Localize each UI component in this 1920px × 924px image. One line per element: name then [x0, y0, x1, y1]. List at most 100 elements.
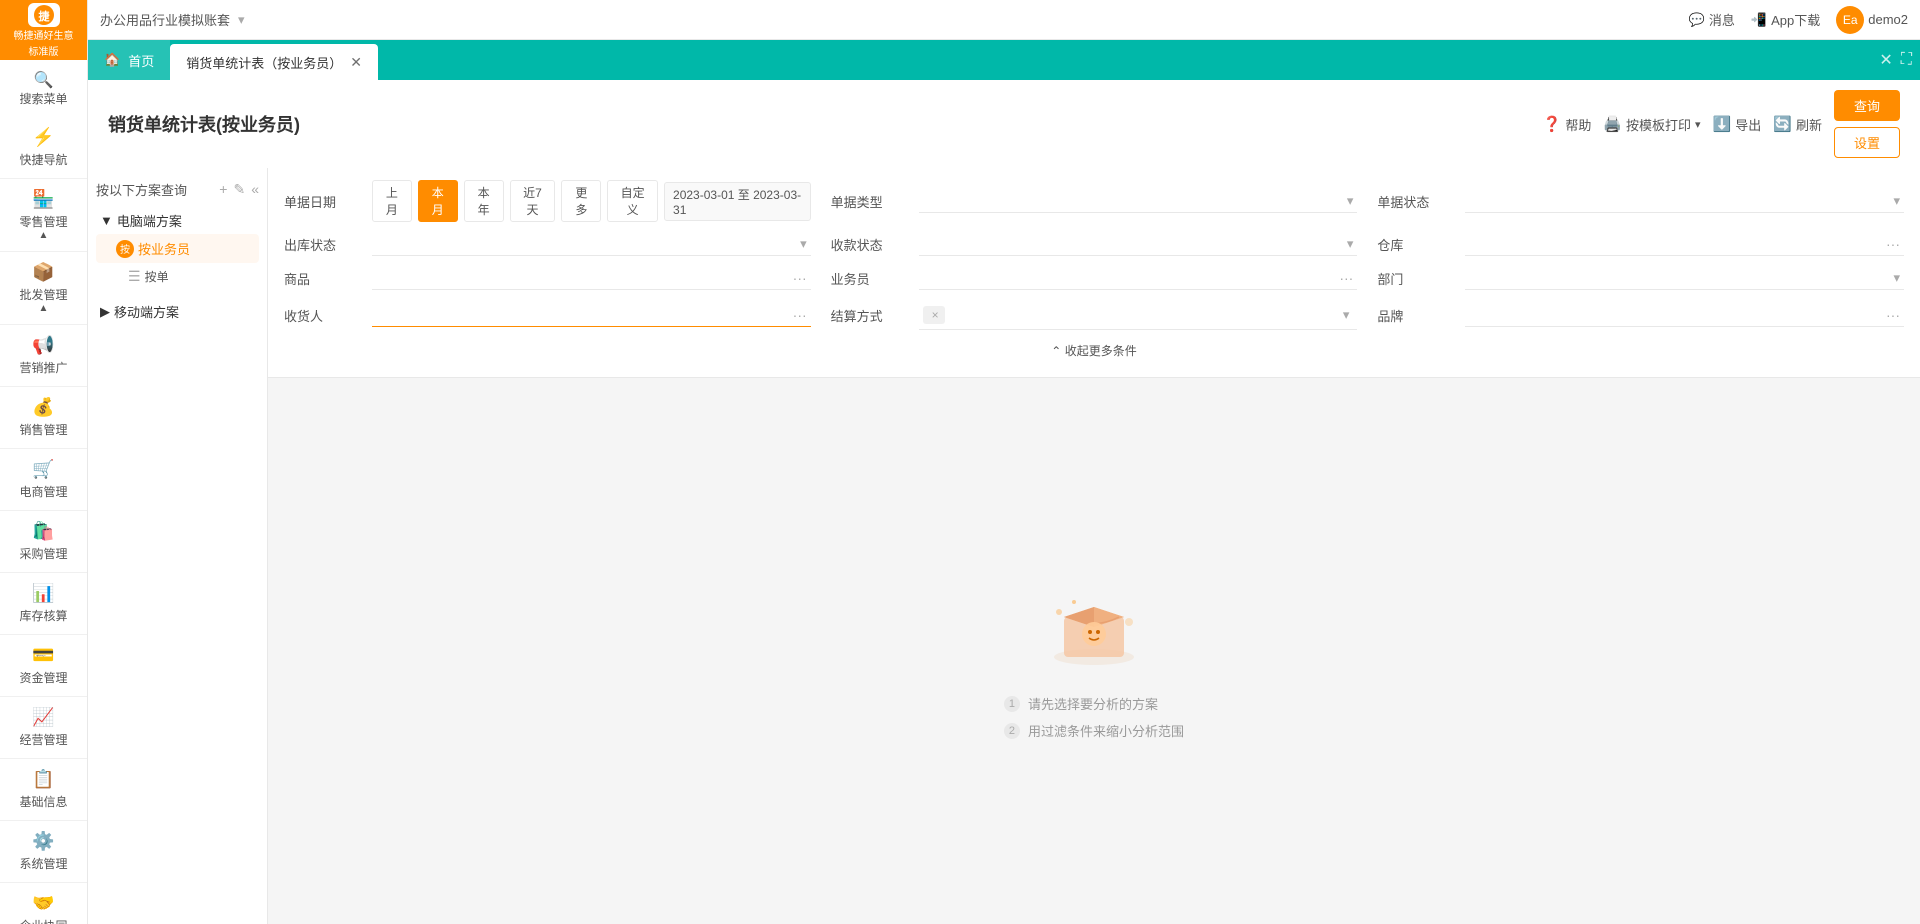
- export-button[interactable]: ⬇️ 导出: [1713, 115, 1762, 134]
- query-button[interactable]: 查询: [1834, 90, 1900, 121]
- tree-group-desktop-label[interactable]: ▼ 电脑端方案: [96, 207, 259, 234]
- consignee-input-wrapper: ···: [372, 303, 811, 327]
- collapse-icon: ⌃: [1051, 344, 1064, 358]
- tree-group-desktop: ▼ 电脑端方案 按 按业务员 ☰ 按单: [96, 207, 259, 290]
- svg-text:捷: 捷: [38, 9, 50, 23]
- payment-tag: ×: [923, 306, 945, 324]
- sidebar-marketing[interactable]: 📢 营销推广: [0, 325, 87, 387]
- download-icon: 📲: [1751, 12, 1767, 28]
- refresh-button[interactable]: 🔄 刷新: [1773, 115, 1822, 134]
- sidebar-business[interactable]: 📈 经营管理: [0, 697, 87, 759]
- sidebar-wholesale[interactable]: 📦 批发管理 ▲: [0, 252, 87, 325]
- sidebar-sales[interactable]: 💰 销售管理: [0, 387, 87, 449]
- filter-collapse-button[interactable]: ⌃ 收起更多条件: [284, 336, 1904, 365]
- goods-dots-icon[interactable]: ···: [793, 270, 807, 286]
- filter-row-2: 出库状态 收款状态: [284, 232, 1904, 256]
- filter-consignee-group: 收货人 ···: [284, 303, 811, 327]
- out-status-select[interactable]: [372, 232, 811, 256]
- doc-status-label: 单据状态: [1377, 192, 1457, 211]
- brand-dots-icon[interactable]: ···: [1886, 307, 1900, 323]
- consignee-dots-icon[interactable]: ···: [793, 307, 807, 323]
- user-menu[interactable]: Ea demo2: [1836, 6, 1908, 34]
- tabbar-actions: ✕ ⛶: [1879, 50, 1920, 70]
- app-logo: 捷 畅捷通好生意 标准版: [0, 0, 87, 60]
- payment-tag-close[interactable]: ×: [932, 308, 939, 322]
- dept-select[interactable]: [1465, 266, 1904, 290]
- doc-status-select[interactable]: [1465, 189, 1904, 213]
- settings-button[interactable]: 设置: [1834, 127, 1900, 158]
- tab-close-window-icon[interactable]: ✕: [1879, 50, 1892, 70]
- left-panel: 按以下方案查询 + ✎ « ▼ 电脑端方案 按 按业务员: [88, 168, 268, 924]
- salesman-input[interactable]: [919, 266, 1358, 290]
- filter-dept-group: 部门: [1377, 266, 1904, 290]
- salesman-dots-icon[interactable]: ···: [1339, 270, 1353, 286]
- consignee-input[interactable]: [372, 303, 811, 327]
- print-button[interactable]: 🖨️ 按模板打印 ▾: [1603, 115, 1700, 134]
- tree-item-by-doc[interactable]: ☰ 按单: [96, 263, 259, 290]
- doc-status-select-wrapper: [1465, 189, 1904, 213]
- panel-header-actions: + ✎ «: [219, 181, 259, 198]
- date-btn-custom[interactable]: 自定义: [607, 180, 658, 222]
- receive-status-select-wrapper: [919, 232, 1358, 256]
- empty-row-2: 2 用过滤条件来缩小分析范围: [1004, 721, 1184, 740]
- warehouse-input[interactable]: [1465, 232, 1904, 256]
- sidebar-basic[interactable]: 📋 基础信息: [0, 759, 87, 821]
- date-btn-this-year[interactable]: 本年: [464, 180, 504, 222]
- collapse-panel-button[interactable]: «: [251, 181, 259, 198]
- warehouse-dots-icon[interactable]: ···: [1886, 236, 1900, 252]
- page-header-actions: ❓ 帮助 🖨️ 按模板打印 ▾ ⬇️ 导出 🔄 刷新 查询: [1543, 90, 1900, 158]
- refresh-icon: 🔄: [1773, 115, 1792, 133]
- tab-close-icon[interactable]: ✕: [350, 54, 362, 71]
- sidebar-system[interactable]: ⚙️ 系统管理: [0, 821, 87, 883]
- sidebar-ecommerce[interactable]: 🛒 电商管理: [0, 449, 87, 511]
- doc-type-label: 单据类型: [831, 192, 911, 211]
- date-btn-7days[interactable]: 近7天: [510, 180, 556, 222]
- tree-group-mobile-label[interactable]: ▶ 移动端方案: [96, 298, 259, 325]
- doc-type-select-wrapper: [919, 189, 1358, 213]
- tree-item-salesman[interactable]: 按 按业务员: [96, 234, 259, 263]
- breadcrumb-dropdown-icon[interactable]: ▾: [238, 12, 245, 28]
- message-button[interactable]: 💬 消息: [1689, 10, 1735, 29]
- topbar: 办公用品行业模拟账套 ▾ 💬 消息 📲 App下载 Ea demo2: [88, 0, 1920, 40]
- date-btn-last-month[interactable]: 上月: [372, 180, 412, 222]
- sidebar-enterprise[interactable]: 🤝 企业协同: [0, 883, 87, 924]
- marketing-icon: 📢: [32, 335, 54, 356]
- sales-icon: 💰: [32, 397, 54, 418]
- filter-salesman-group: 业务员 ···: [831, 266, 1358, 290]
- tab-expand-icon[interactable]: ⛶: [1901, 51, 1912, 69]
- sidebar-retail[interactable]: 🏪 零售管理 ▲: [0, 179, 87, 252]
- brand-input[interactable]: [1465, 303, 1904, 327]
- filter-row-3: 商品 ··· 业务员 ···: [284, 266, 1904, 290]
- date-range-display: 2023-03-01 至 2023-03-31: [664, 182, 811, 221]
- edit-scheme-button[interactable]: ✎: [233, 181, 245, 198]
- retail-icon: 🏪: [32, 189, 54, 210]
- filter-doc-type-group: 单据类型: [831, 189, 1358, 213]
- tab-sales-stat[interactable]: 销货单统计表（按业务员） ✕: [170, 44, 378, 80]
- doc-type-select[interactable]: [919, 189, 1358, 213]
- help-button[interactable]: ❓ 帮助: [1543, 115, 1592, 134]
- sidebar-finance[interactable]: 💳 资金管理: [0, 635, 87, 697]
- goods-input[interactable]: [372, 266, 811, 290]
- date-btn-this-month[interactable]: 本月: [418, 180, 458, 222]
- logo-icon: 捷: [28, 3, 60, 27]
- filter-receive-status-group: 收款状态: [831, 232, 1358, 256]
- sidebar-search[interactable]: 🔍 搜索菜单: [0, 60, 87, 117]
- filter-row-4: 收货人 ··· 结算方式 ×: [284, 300, 1904, 330]
- sidebar-purchase[interactable]: 🛍️ 采购管理: [0, 511, 87, 573]
- page-title: 销货单统计表(按业务员): [108, 111, 300, 137]
- content-body: 按以下方案查询 + ✎ « ▼ 电脑端方案 按 按业务员: [88, 168, 1920, 924]
- date-btn-more[interactable]: 更多: [561, 180, 601, 222]
- doc-scheme-icon: ☰: [128, 268, 141, 285]
- add-scheme-button[interactable]: +: [219, 181, 227, 198]
- receive-status-select[interactable]: [919, 232, 1358, 256]
- out-status-label: 出库状态: [284, 235, 364, 254]
- date-label: 单据日期: [284, 192, 364, 211]
- tab-home[interactable]: 🏠 首页: [88, 40, 170, 80]
- app-download-button[interactable]: 📲 App下载: [1751, 10, 1820, 29]
- payment-select[interactable]: [949, 303, 1354, 326]
- sidebar-inventory[interactable]: 📊 库存核算: [0, 573, 87, 635]
- sidebar-quick-nav[interactable]: ⚡ 快捷导航: [0, 117, 87, 179]
- tree-group-mobile: ▶ 移动端方案: [96, 298, 259, 325]
- right-panel: 单据日期 上月 本月 本年 近7天 更多 自定义 2023-03-01 至 20…: [268, 168, 1920, 924]
- inventory-icon: 📊: [32, 583, 54, 604]
